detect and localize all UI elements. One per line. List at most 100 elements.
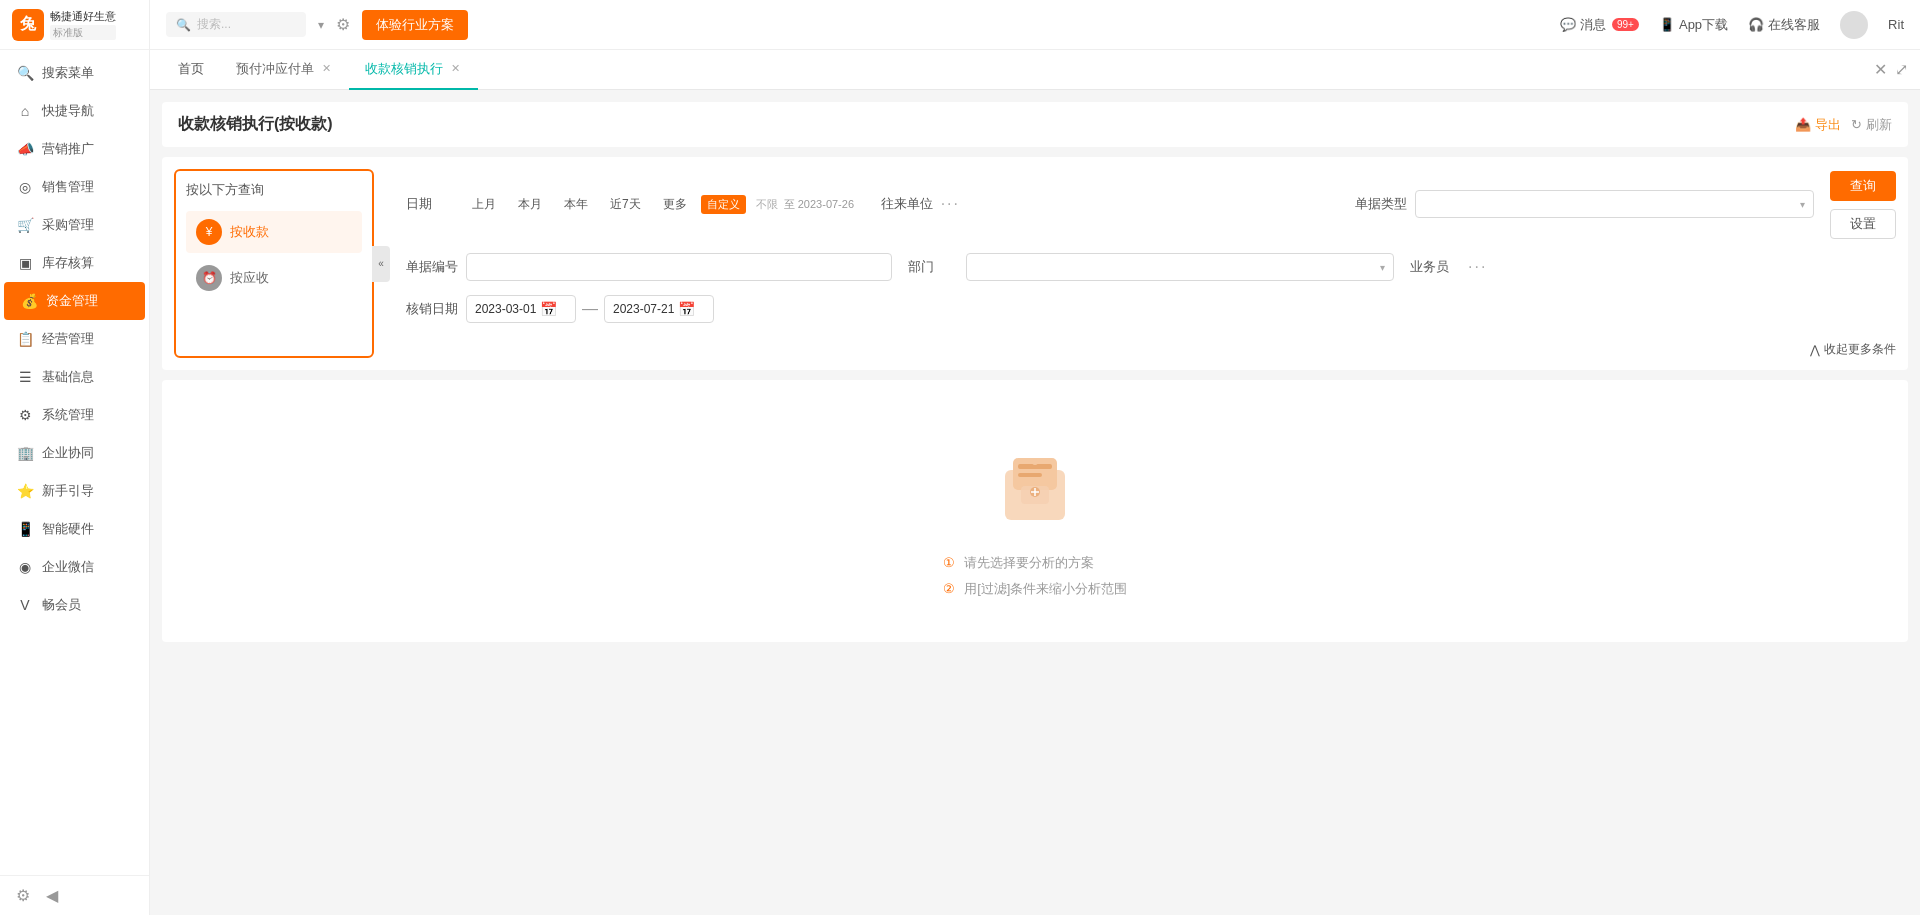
sidebar-item-capital[interactable]: 💰 资金管理 [4,282,145,320]
tab-prepay[interactable]: 预付冲应付单✕ [220,50,349,90]
tabs-window-actions: ✕⤢ [1874,60,1908,79]
topbar-gear-icon[interactable]: ⚙ [336,15,350,34]
sidebar-item-label: 新手引导 [42,482,94,500]
app-icon: 📱 [1659,17,1675,32]
collapse-more-button[interactable]: ⋀ 收起更多条件 [1810,341,1896,358]
receipt-icon: ¥ [196,219,222,245]
empty-illustration [985,440,1085,530]
staff-more-icon[interactable]: ··· [1468,258,1487,276]
dept-select[interactable]: ▾ [966,253,1394,281]
settings-icon[interactable]: ⚙ [16,886,30,905]
topbar-expand-icon[interactable]: ▾ [318,18,324,32]
filter-row-2: 单据编号 部门 ▾ 业务员 ··· [406,253,1896,281]
topbar-actions: 💬 消息 99+ 📱 App下载 🎧 在线客服 Rit [1560,11,1904,39]
inventory-icon: ▣ [16,254,34,272]
tab-collection-close[interactable]: ✕ [449,61,462,76]
collapse-more-row: ⋀ 收起更多条件 [406,341,1896,358]
sidebar-item-label: 库存核算 [42,254,94,272]
sidebar-item-enterprise[interactable]: 🏢 企业协同 [0,434,149,472]
message-btn[interactable]: 💬 消息 99+ [1560,16,1639,34]
empty-hint-1: ① 请先选择要分析的方案 [943,550,1128,576]
close-window-icon[interactable]: ✕ [1874,60,1887,79]
sidebar-item-guide[interactable]: ⭐ 新手引导 [0,472,149,510]
tab-collection[interactable]: 收款核销执行 ✕ [349,50,478,90]
filter-panel: 按以下方查询 ¥ 按收款 ⏰ 按应收 « 日期 上月 [162,157,1908,370]
partner-more-icon[interactable]: ··· [941,195,960,213]
date-this-month[interactable]: 本月 [510,194,550,215]
setting-button[interactable]: 设置 [1830,209,1896,239]
user-name[interactable]: Rit [1888,17,1904,32]
dept-field: 部门 ▾ [908,253,1394,281]
sidebar-item-system[interactable]: ⚙系统管理 [0,396,149,434]
page-header-actions: 📤 导出 ↻ 刷新 [1795,116,1892,134]
date-more[interactable]: 更多 [655,194,695,215]
export-button[interactable]: 📤 导出 [1795,116,1841,134]
writeoff-from-input[interactable]: 2023-03-01 📅 [466,295,576,323]
topbar: 🔍 搜索... ▾ ⚙ 体验行业方案 💬 消息 99+ 📱 App下载 🎧 在线… [150,0,1920,50]
filter-by-receivable[interactable]: ⏰ 按应收 [186,257,362,299]
staff-label: 业务员 [1410,258,1460,276]
filter-by-receipt[interactable]: ¥ 按收款 [186,211,362,253]
guide-icon: ⭐ [16,482,34,500]
svg-point-4 [1032,459,1038,465]
sidebar-item-label: 搜索菜单 [42,64,94,82]
writeoff-date-field: 核销日期 2023-03-01 📅 — 2023-07-21 📅 [406,295,1896,323]
sidebar-item-quick-nav[interactable]: ⌂快捷导航 [0,92,149,130]
topbar-search[interactable]: 🔍 搜索... [166,12,306,37]
refresh-button[interactable]: ↻ 刷新 [1851,116,1892,134]
sidebar: 兔 畅捷通好生意 标准版 🔍 搜索菜单 ⌂快捷导航📣营销推广◎销售管理🛒采购管理 ▣ 库… [0,0,150,915]
date-7days[interactable]: 近7天 [602,194,649,215]
writeoff-date-range: 2023-03-01 📅 — 2023-07-21 📅 [466,295,714,323]
staff-field: 业务员 ··· [1410,258,1896,276]
sidebar-item-marketing[interactable]: 📣营销推广 [0,130,149,168]
empty-state: ① 请先选择要分析的方案 ② 用[过滤]条件来缩小分析范围 [162,380,1908,642]
user-avatar[interactable] [1840,11,1868,39]
tab-prepay-close[interactable]: ✕ [320,61,333,76]
capital-icon: 💰 [20,292,38,310]
enterprise-icon: 🏢 [16,444,34,462]
basic-info-icon: ☰ [16,368,34,386]
sidebar-item-label: 畅会员 [42,596,81,614]
sidebar-item-member[interactable]: V畅会员 [0,586,149,624]
solution-button[interactable]: 体验行业方案 [362,10,468,40]
sidebar-item-inventory[interactable]: ▣ 库存核算 [0,244,149,282]
sidebar-item-purchase[interactable]: 🛒采购管理 [0,206,149,244]
sales-icon: ◎ [16,178,34,196]
bill-no-input[interactable] [466,253,892,281]
service-btn[interactable]: 🎧 在线客服 [1748,16,1820,34]
message-icon: 💬 [1560,17,1576,32]
collapse-left-panel[interactable]: « [372,246,390,282]
search-icon: 🔍 [16,64,34,82]
sidebar-item-label: 资金管理 [46,292,98,310]
tab-home[interactable]: 首页 [162,50,220,90]
sidebar-item-label: 企业协同 [42,444,94,462]
calendar-to-icon: 📅 [678,301,695,317]
weixin-icon: ◉ [16,558,34,576]
tabs-bar: 首页预付冲应付单✕收款核销执行✕✕⤢ [150,50,1920,90]
bill-type-arrow-icon: ▾ [1800,199,1805,210]
query-button[interactable]: 查询 [1830,171,1896,201]
sidebar-item-hardware[interactable]: 📱 智能硬件 [0,510,149,548]
sidebar-item-search[interactable]: 🔍 搜索菜单 [0,54,149,92]
tab-collection-label: 收款核销执行 [365,60,443,78]
sidebar-item-label: 智能硬件 [42,520,94,538]
sidebar-item-label: 采购管理 [42,216,94,234]
sidebar-menu: 🔍 搜索菜单 ⌂快捷导航📣营销推广◎销售管理🛒采购管理 ▣ 库存核算 💰 资金管理 📋经营管理… [0,50,149,875]
filter-form: 日期 上月 本月 本年 近7天 更多 自定义 不限 至 2023-07-26 [386,169,1896,358]
collapse-icon[interactable]: ◀ [46,886,58,905]
date-this-year[interactable]: 本年 [556,194,596,215]
sidebar-logo: 兔 畅捷通好生意 标准版 [0,0,149,50]
bill-type-select[interactable]: ▾ [1415,190,1814,218]
hardware-icon: 📱 [16,520,34,538]
sidebar-item-label: 营销推广 [42,140,94,158]
date-custom-badge[interactable]: 自定义 [701,195,746,214]
sidebar-item-sales[interactable]: ◎销售管理 [0,168,149,206]
sidebar-item-weixin[interactable]: ◉企业微信 [0,548,149,586]
sidebar-item-ops[interactable]: 📋经营管理 [0,320,149,358]
maximize-window-icon[interactable]: ⤢ [1895,60,1908,79]
app-download-btn[interactable]: 📱 App下载 [1659,16,1728,34]
dept-arrow-icon: ▾ [1380,262,1385,273]
date-last-month[interactable]: 上月 [464,194,504,215]
writeoff-to-input[interactable]: 2023-07-21 📅 [604,295,714,323]
sidebar-item-basic-info[interactable]: ☰基础信息 [0,358,149,396]
